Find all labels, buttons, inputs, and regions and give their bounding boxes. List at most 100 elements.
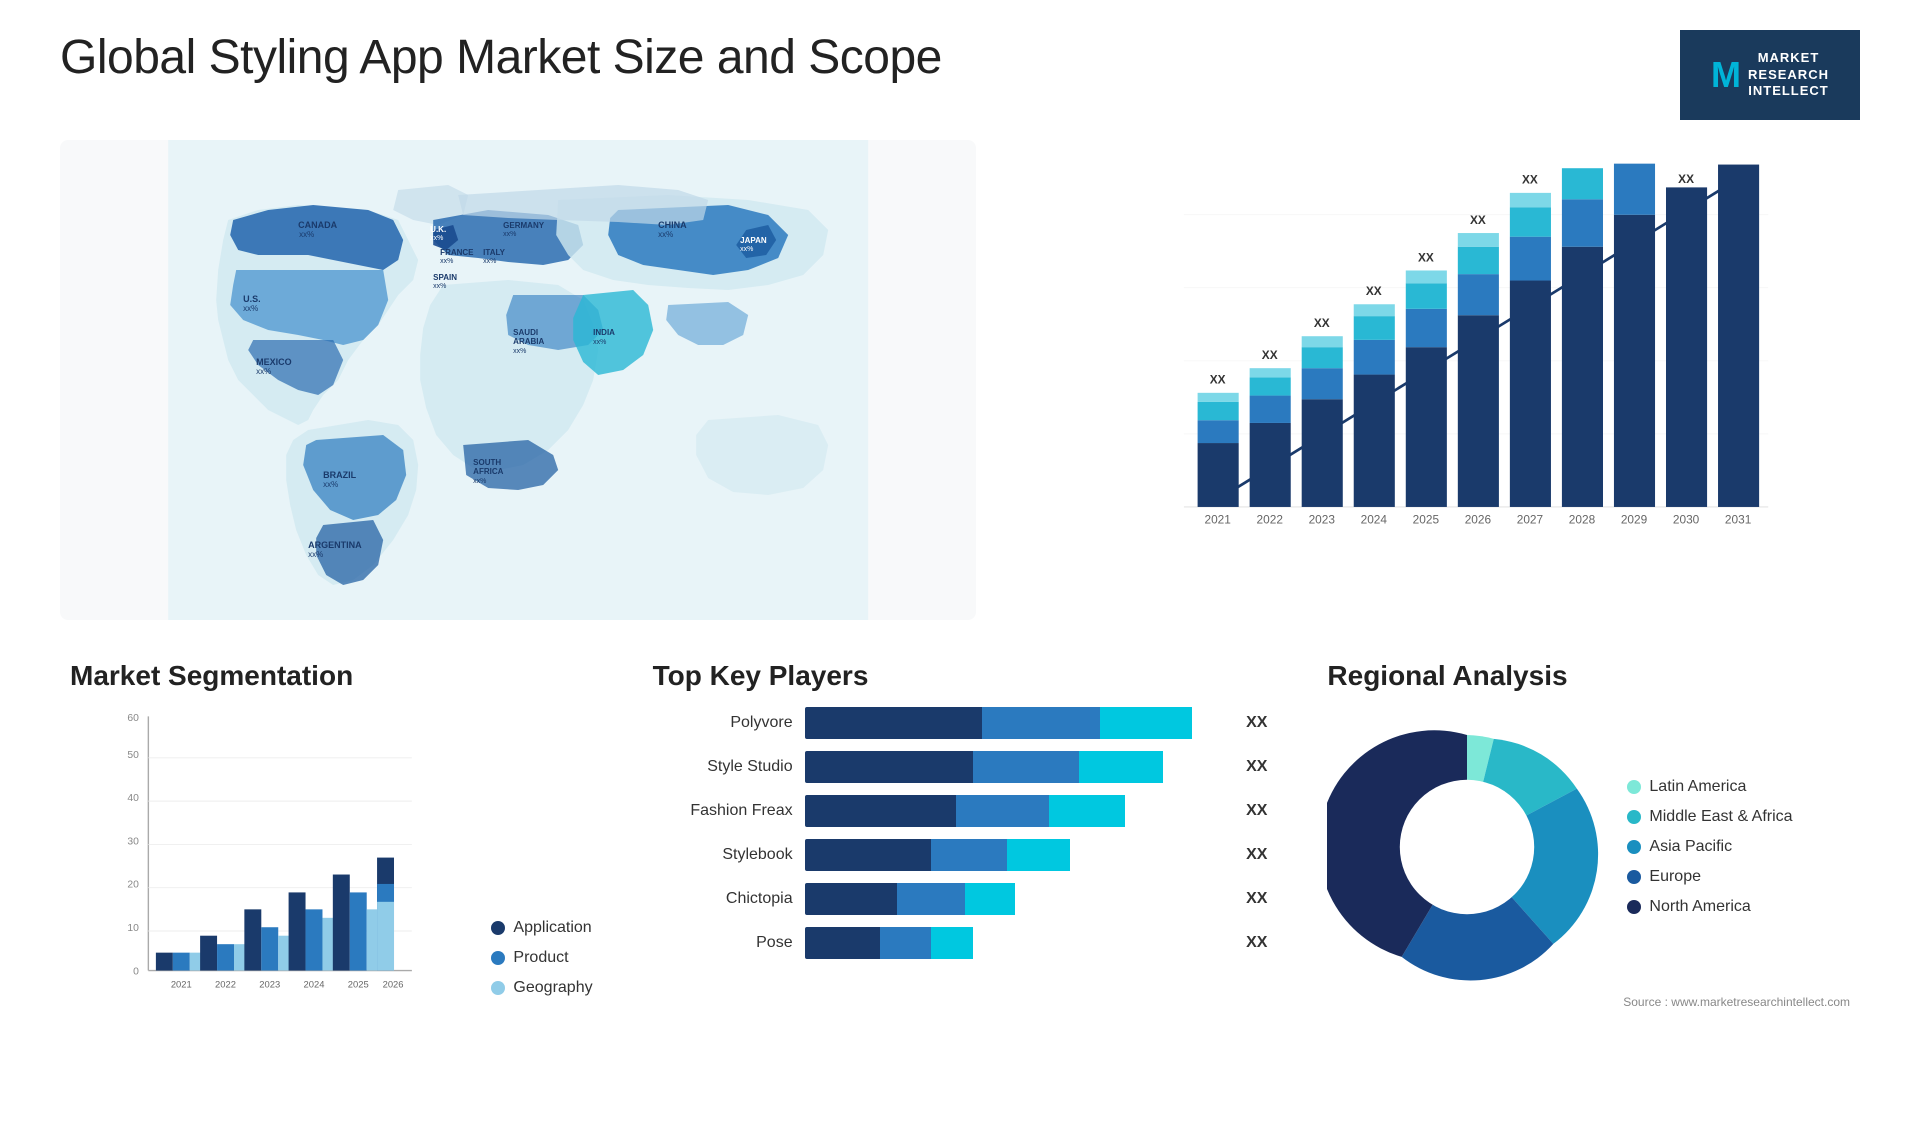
player-name-polyvore: Polyvore bbox=[653, 714, 793, 732]
seg-chart-svg: 0 10 20 30 40 50 60 bbox=[70, 707, 471, 1027]
svg-text:2025: 2025 bbox=[348, 978, 369, 989]
player-bar-seg2-chictopia bbox=[897, 883, 964, 915]
logo-line1: MARKET bbox=[1748, 50, 1829, 67]
player-val-fashionfreax: XX bbox=[1246, 802, 1267, 820]
svg-text:2031: 2031 bbox=[1725, 512, 1752, 526]
legend-asia-pacific: Asia Pacific bbox=[1627, 838, 1792, 856]
svg-text:2028: 2028 bbox=[1569, 512, 1596, 526]
player-bar-seg1-pose bbox=[805, 927, 881, 959]
svg-text:xx%: xx% bbox=[658, 230, 673, 239]
svg-text:XX: XX bbox=[1418, 250, 1434, 264]
bottom-section: Market Segmentation 0 10 20 30 40 50 bbox=[60, 650, 1860, 1080]
player-bar-seg1-polyvore bbox=[805, 707, 982, 739]
player-bar-stylestudio bbox=[805, 751, 1226, 783]
svg-text:xx%: xx% bbox=[308, 550, 323, 559]
svg-text:XX: XX bbox=[1210, 373, 1226, 387]
segmentation-title: Market Segmentation bbox=[70, 660, 593, 692]
svg-text:xx%: xx% bbox=[440, 258, 453, 265]
player-name-fashionfreax: Fashion Freax bbox=[653, 802, 793, 820]
page-container: Global Styling App Market Size and Scope… bbox=[0, 0, 1920, 1146]
donut-and-legend: Latin America Middle East & Africa Asia … bbox=[1327, 707, 1850, 987]
svg-text:xx%: xx% bbox=[323, 480, 338, 489]
svg-text:JAPAN: JAPAN bbox=[740, 236, 767, 245]
player-bar-seg1-chictopia bbox=[805, 883, 898, 915]
player-bar-wrap-stylebook bbox=[805, 839, 1226, 871]
legend-label-europe: Europe bbox=[1649, 868, 1701, 886]
logo-line2: RESEARCH bbox=[1748, 67, 1829, 84]
player-bar-wrap-fashionfreax bbox=[805, 795, 1226, 827]
regional-title: Regional Analysis bbox=[1327, 660, 1850, 692]
svg-text:BRAZIL: BRAZIL bbox=[323, 470, 356, 480]
svg-text:xx%: xx% bbox=[433, 283, 446, 290]
svg-text:MEXICO: MEXICO bbox=[256, 357, 292, 367]
legend-label-application: Application bbox=[513, 919, 591, 937]
player-row-stylebook: Stylebook XX bbox=[653, 839, 1268, 871]
svg-text:50: 50 bbox=[127, 750, 139, 761]
player-row-chictopia: Chictopia XX bbox=[653, 883, 1268, 915]
legend-latin-america: Latin America bbox=[1627, 778, 1792, 796]
player-bar-seg2-pose bbox=[880, 927, 931, 959]
svg-text:XX: XX bbox=[1262, 348, 1278, 362]
svg-text:xx%: xx% bbox=[483, 258, 496, 265]
svg-text:xx%: xx% bbox=[740, 246, 753, 253]
svg-text:xx%: xx% bbox=[593, 339, 606, 346]
player-val-chictopia: XX bbox=[1246, 890, 1267, 908]
legend-label-asia-pacific: Asia Pacific bbox=[1649, 838, 1732, 856]
player-row-pose: Pose XX bbox=[653, 927, 1268, 959]
growth-chart-svg: XX XX XX XX bbox=[1076, 160, 1840, 580]
svg-text:XX: XX bbox=[1314, 316, 1330, 330]
svg-text:2023: 2023 bbox=[1309, 512, 1336, 526]
svg-text:XX: XX bbox=[1470, 213, 1486, 227]
player-bar-seg2-stylestudio bbox=[973, 751, 1078, 783]
player-bar-seg2-polyvore bbox=[982, 707, 1100, 739]
player-bar-chictopia bbox=[805, 883, 1226, 915]
svg-text:FRANCE: FRANCE bbox=[440, 248, 474, 257]
svg-text:2024: 2024 bbox=[304, 978, 325, 989]
legend-dot-product bbox=[491, 951, 505, 965]
svg-text:2021: 2021 bbox=[1205, 512, 1232, 526]
logo-line3: INTELLECT bbox=[1748, 83, 1829, 100]
svg-text:2026: 2026 bbox=[383, 978, 404, 989]
players-chart: Polyvore XX Style Studio bbox=[653, 707, 1268, 959]
seg-legend: Application Product Geography bbox=[491, 919, 592, 1027]
segmentation-container: Market Segmentation 0 10 20 30 40 50 bbox=[60, 650, 603, 1080]
logo-container: M MARKET RESEARCH INTELLECT bbox=[1680, 30, 1860, 120]
legend-dot-europe bbox=[1627, 870, 1641, 884]
player-val-polyvore: XX bbox=[1246, 714, 1267, 732]
svg-text:ITALY: ITALY bbox=[483, 248, 505, 257]
seg-chart: 0 10 20 30 40 50 60 bbox=[70, 707, 471, 1027]
legend-label-product: Product bbox=[513, 949, 568, 967]
player-bar-polyvore bbox=[805, 707, 1226, 739]
svg-text:2021: 2021 bbox=[171, 978, 192, 989]
svg-text:2023: 2023 bbox=[259, 978, 280, 989]
svg-text:2022: 2022 bbox=[215, 978, 236, 989]
svg-text:XX: XX bbox=[1729, 160, 1748, 163]
legend-label-geography: Geography bbox=[513, 979, 592, 997]
player-bar-stylebook bbox=[805, 839, 1226, 871]
svg-text:2027: 2027 bbox=[1517, 512, 1543, 526]
player-name-chictopia: Chictopia bbox=[653, 890, 793, 908]
player-bar-seg3-polyvore bbox=[1100, 707, 1193, 739]
svg-text:xx%: xx% bbox=[473, 478, 486, 485]
players-container: Top Key Players Polyvore XX Style bbox=[643, 650, 1278, 1080]
player-val-pose: XX bbox=[1246, 934, 1267, 952]
player-bar-seg1-stylestudio bbox=[805, 751, 974, 783]
svg-text:SPAIN: SPAIN bbox=[433, 273, 457, 282]
svg-text:60: 60 bbox=[127, 713, 139, 724]
seg-chart-wrapper: 0 10 20 30 40 50 60 bbox=[70, 707, 593, 1027]
bar-chart-container: XX XX XX XX bbox=[1016, 140, 1860, 620]
svg-text:XX: XX bbox=[1574, 160, 1590, 163]
player-bar-wrap-polyvore bbox=[805, 707, 1226, 739]
regional-container: Regional Analysis bbox=[1317, 650, 1860, 1080]
legend-dot-asia-pacific bbox=[1627, 840, 1641, 854]
svg-text:SOUTH: SOUTH bbox=[473, 458, 501, 467]
top-section: CANADA xx% U.S. xx% MEXICO xx% BRAZIL xx… bbox=[60, 140, 1860, 620]
legend-label-latin-america: Latin America bbox=[1649, 778, 1746, 796]
player-bar-pose bbox=[805, 927, 1226, 959]
svg-text:xx%: xx% bbox=[513, 348, 526, 355]
logo-text: MARKET RESEARCH INTELLECT bbox=[1748, 50, 1829, 101]
legend-dot-north-america bbox=[1627, 900, 1641, 914]
player-bar-wrap-chictopia bbox=[805, 883, 1226, 915]
svg-text:2025: 2025 bbox=[1413, 512, 1440, 526]
page-title: Global Styling App Market Size and Scope bbox=[60, 30, 942, 85]
